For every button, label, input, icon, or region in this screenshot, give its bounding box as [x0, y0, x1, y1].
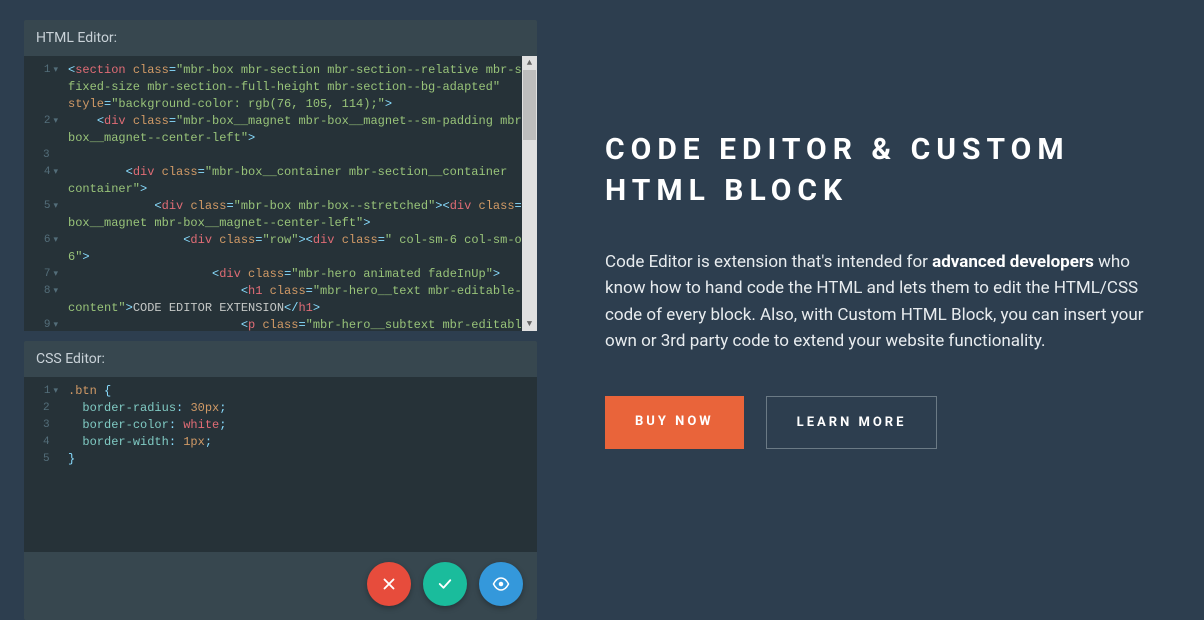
css-editor-label: CSS Editor:: [24, 341, 537, 377]
close-icon: [380, 575, 398, 593]
page-title: CODE EDITOR & CUSTOM HTML BLOCK: [605, 130, 1164, 211]
html-editor-block: HTML Editor: 1▾ 2▾ 3 4▾ 5▾ 6▾ 7▾8▾ 9▾ <s…: [24, 20, 537, 331]
buy-now-button[interactable]: BUY NOW: [605, 396, 744, 449]
description: Code Editor is extension that's intended…: [605, 249, 1164, 354]
html-gutter: 1▾ 2▾ 3 4▾ 5▾ 6▾ 7▾8▾ 9▾: [24, 56, 64, 331]
preview-button[interactable]: [479, 562, 523, 606]
desc-pre: Code Editor is extension that's intended…: [605, 252, 932, 272]
eye-icon: [492, 575, 510, 593]
html-code-body[interactable]: <section class="mbr-box mbr-section mbr-…: [64, 56, 522, 331]
scroll-up-icon[interactable]: ▲: [522, 56, 537, 70]
html-editor-label: HTML Editor:: [24, 20, 537, 56]
content-panel: CODE EDITOR & CUSTOM HTML BLOCK Code Edi…: [555, 0, 1204, 612]
css-gutter: 1▾2 3 4 5: [24, 377, 64, 552]
learn-more-button[interactable]: LEARN MORE: [766, 396, 938, 449]
confirm-button[interactable]: [423, 562, 467, 606]
check-icon: [436, 575, 454, 593]
css-code-body[interactable]: .btn { border-radius: 30px; border-color…: [64, 377, 537, 552]
html-code-area[interactable]: 1▾ 2▾ 3 4▾ 5▾ 6▾ 7▾8▾ 9▾ <section class=…: [24, 56, 537, 331]
cancel-button[interactable]: [367, 562, 411, 606]
css-editor-block: CSS Editor: 1▾2 3 4 5 .btn { border-radi…: [24, 341, 537, 620]
html-scrollbar[interactable]: ▲ ▼: [522, 56, 537, 331]
editor-panel: HTML Editor: 1▾ 2▾ 3 4▾ 5▾ 6▾ 7▾8▾ 9▾ <s…: [0, 0, 555, 612]
css-code-area[interactable]: 1▾2 3 4 5 .btn { border-radius: 30px; bo…: [24, 377, 537, 552]
scrollbar-thumb[interactable]: [523, 70, 536, 140]
cta-row: BUY NOW LEARN MORE: [605, 396, 1164, 449]
scroll-down-icon[interactable]: ▼: [522, 317, 537, 331]
editor-action-row: [24, 552, 537, 620]
desc-bold: advanced developers: [932, 252, 1094, 272]
